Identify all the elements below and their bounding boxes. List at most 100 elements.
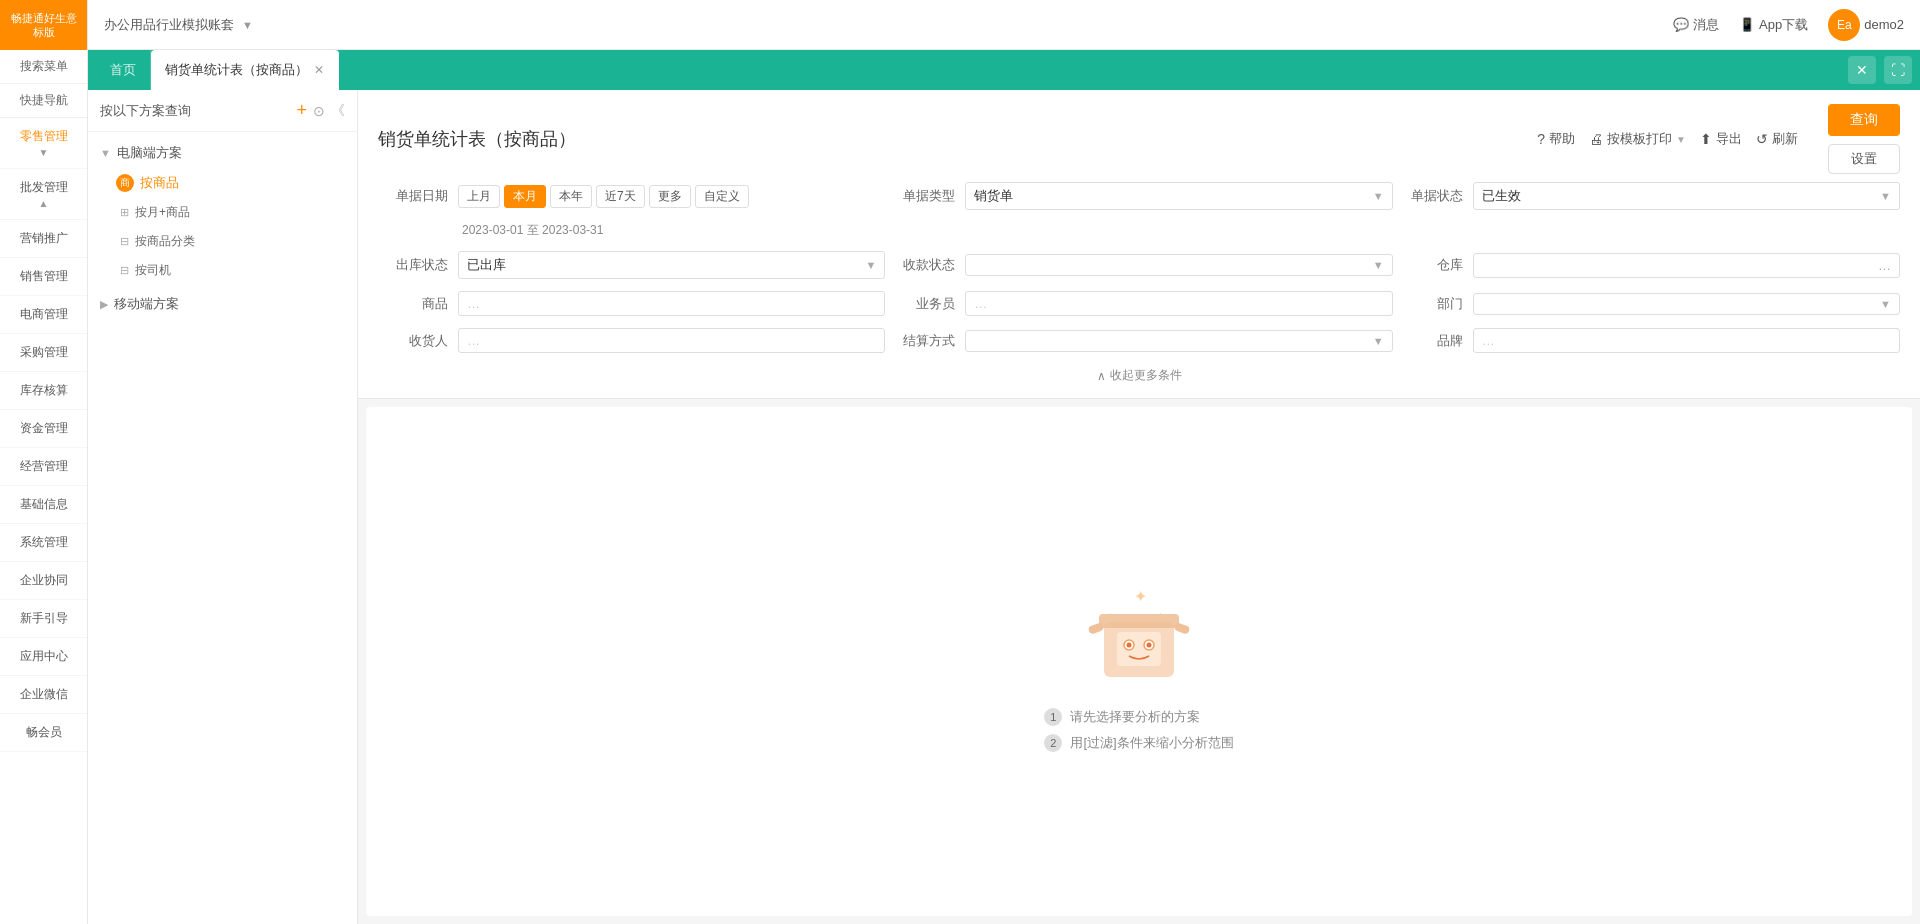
svg-text:·: · [1109,608,1112,619]
sidebar-search[interactable]: 搜索菜单 [0,50,87,84]
tree-sub-icon-2: ⊟ [120,235,129,248]
export-button[interactable]: ⬆ 导出 [1700,130,1742,148]
sidebar-item-retail[interactable]: 零售管理 ▼ [0,118,87,169]
product-input[interactable]: … [458,291,885,316]
refresh-button[interactable]: ↺ 刷新 [1756,130,1798,148]
date-filter-group: 上月 本月 本年 近7天 更多 自定义 [458,185,749,208]
salesperson-ellipsis: … [974,296,987,311]
right-panel: 销货单统计表（按商品） ? 帮助 🖨 按模板打印 ▼ ⬆ [358,90,1920,924]
sidebar-item-enterprise[interactable]: 企业协同 [0,562,87,600]
help-button[interactable]: ? 帮助 [1537,130,1575,148]
date-range-display: 2023-03-01 至 2023-03-31 [462,223,603,237]
window-close-button[interactable]: ✕ [1848,56,1876,84]
empty-step-2: 2 用[过滤]条件来缩小分析范围 [1044,734,1233,752]
empty-state: ✦ · · 1 请先选择要分析的方案 2 用[过滤]条件来缩小分析范围 [366,407,1912,916]
setting-button[interactable]: 设置 [1828,144,1900,174]
message-button[interactable]: 💬 消息 [1673,16,1719,34]
sidebar-item-vip[interactable]: 畅会员 [0,714,87,752]
sidebar-item-purchase[interactable]: 采购管理 [0,334,87,372]
sidebar-item-finance[interactable]: 资金管理 [0,410,87,448]
print-icon: 🖨 [1589,131,1603,147]
workspace-selector[interactable]: 办公用品行业模拟账套 ▼ [104,16,253,34]
sidebar-item-operation[interactable]: 经营管理 [0,448,87,486]
warehouse-select[interactable]: … [1473,253,1900,278]
date-btn-more[interactable]: 更多 [649,185,691,208]
warehouse-status-label: 出库状态 [378,256,458,274]
user-profile[interactable]: Ea demo2 [1828,9,1904,41]
sidebar-item-sales-mgmt[interactable]: 销售管理 [0,258,87,296]
tree-item-by-product[interactable]: 商 按商品 [88,168,357,198]
tree-item-label: 按商品 [140,174,179,192]
sidebar-item-label: 基础信息 [20,496,68,513]
app-download-button[interactable]: 📱 App下载 [1739,16,1808,34]
settlement-arrow-icon: ▼ [1373,335,1384,347]
sidebar-item-ecommerce[interactable]: 电商管理 [0,296,87,334]
tab-window-actions: ✕ ⛶ [1848,56,1912,84]
tree-item-by-cashier[interactable]: ⊟ 按司机 [88,256,357,285]
print-template-button[interactable]: 🖨 按模板打印 ▼ [1589,130,1686,148]
settlement-label: 结算方式 [885,332,965,350]
tree-pc-label: 电脑端方案 [117,144,182,162]
brand-input[interactable]: … [1473,328,1900,353]
collapse-filters-button[interactable]: ∧ 收起更多条件 [378,361,1900,384]
settlement-select[interactable]: ▼ [965,330,1392,352]
sidebar-quick-nav[interactable]: 快捷导航 [0,84,87,118]
sidebar-item-label: 新手引导 [20,610,68,627]
tab-close-icon[interactable]: ✕ [314,63,324,77]
window-maximize-button[interactable]: ⛶ [1884,56,1912,84]
sidebar-item-basic[interactable]: 基础信息 [0,486,87,524]
app-logo: 畅捷通好生意 标版 [0,0,87,50]
receiver-label: 收货人 [378,332,458,350]
payment-status-label: 收款状态 [885,256,965,274]
empty-step-1: 1 请先选择要分析的方案 [1044,708,1233,726]
tree-mobile-label: 移动端方案 [114,295,179,313]
tab-sales-stat-label: 销货单统计表（按商品） [165,61,308,79]
tree-mobile-expand-icon: ▶ [100,298,108,311]
tab-sales-stat[interactable]: 销货单统计表（按商品） ✕ [151,50,339,90]
date-btn-custom[interactable]: 自定义 [695,185,749,208]
tree-mobile-section[interactable]: ▶ 移动端方案 [88,289,357,319]
sidebar-item-label: 企业协同 [20,572,68,589]
sidebar-item-wholesale[interactable]: 批发管理 ▲ [0,169,87,220]
page-body: 按以下方案查询 + ⊙ 《 ▼ 电脑端方案 商 按商品 ⊞ [88,90,1920,924]
tab-home[interactable]: 首页 [96,50,151,90]
doc-status-select[interactable]: 已生效 ▼ [1473,182,1900,210]
tree-sub-icon-3: ⊟ [120,264,129,277]
receiver-input[interactable]: … [458,328,885,353]
left-panel-actions: + ⊙ 《 [296,100,345,121]
product-ellipsis: … [467,296,480,311]
department-select[interactable]: ▼ [1473,293,1900,315]
tree-item-by-month-product[interactable]: ⊞ 按月+商品 [88,198,357,227]
date-btn-this-month[interactable]: 本月 [504,185,546,208]
tree-pc-section[interactable]: ▼ 电脑端方案 [88,138,357,168]
collapse-panel-button[interactable]: 《 [331,102,345,120]
tree-sub-icon: ⊞ [120,206,129,219]
query-button[interactable]: 查询 [1828,104,1900,136]
sidebar-item-app-center[interactable]: 应用中心 [0,638,87,676]
date-btn-7days[interactable]: 近7天 [596,185,645,208]
doc-type-label: 单据类型 [885,187,965,205]
doc-type-value: 销货单 [974,187,1013,205]
warehouse-label: 仓库 [1393,256,1473,274]
warehouse-status-select[interactable]: 已出库 ▼ [458,251,885,279]
edit-scheme-button[interactable]: ⊙ [313,103,325,119]
sidebar-item-wechat[interactable]: 企业微信 [0,676,87,714]
sidebar-item-marketing[interactable]: 营销推广 [0,220,87,258]
sidebar-item-inventory[interactable]: 库存核算 [0,372,87,410]
tree-item-by-product-category[interactable]: ⊟ 按商品分类 [88,227,357,256]
doc-type-select[interactable]: 销货单 ▼ [965,182,1392,210]
tree-expand-icon: ▼ [100,147,111,159]
page-title-row: 销货单统计表（按商品） ? 帮助 🖨 按模板打印 ▼ ⬆ [378,104,1900,182]
salesperson-input[interactable]: … [965,291,1392,316]
workspace-title: 办公用品行业模拟账套 [104,16,234,34]
collapse-label: 收起更多条件 [1110,367,1182,384]
message-label: 消息 [1693,16,1719,34]
sidebar-item-newbie[interactable]: 新手引导 [0,600,87,638]
header-actions: 💬 消息 📱 App下载 Ea demo2 [1673,9,1904,41]
date-btn-last-month[interactable]: 上月 [458,185,500,208]
date-btn-this-year[interactable]: 本年 [550,185,592,208]
sidebar-item-system[interactable]: 系统管理 [0,524,87,562]
step-1-num: 1 [1044,708,1062,726]
payment-status-select[interactable]: ▼ [965,254,1392,276]
add-scheme-button[interactable]: + [296,100,307,121]
